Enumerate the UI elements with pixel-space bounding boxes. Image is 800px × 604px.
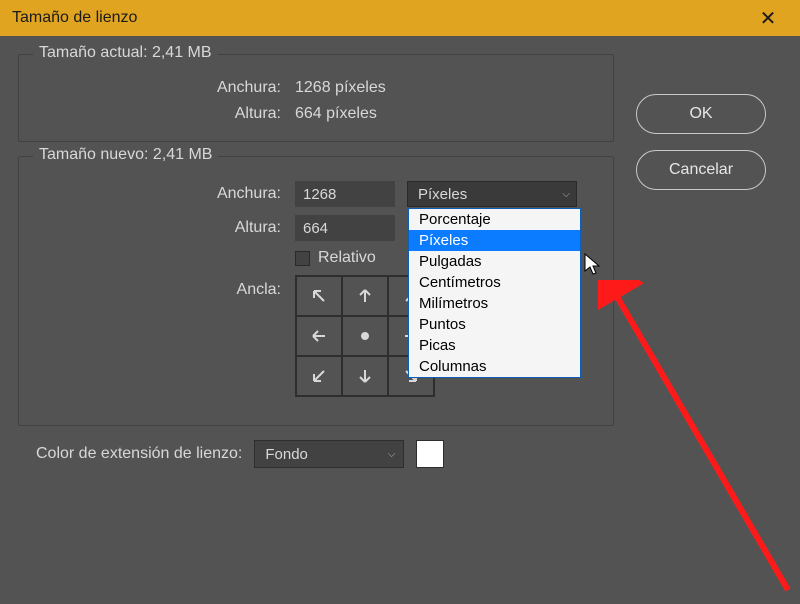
unit-select-value: Píxeles [418, 186, 467, 203]
current-size-legend: Tamaño actual: 2,41 MB [33, 44, 218, 62]
chevron-down-icon: ⌵ [388, 449, 396, 460]
unit-option-pulgadas[interactable]: Pulgadas [409, 251, 580, 272]
unit-option-columnas[interactable]: Columnas [409, 356, 580, 377]
new-width-label: Anchura: [35, 185, 295, 203]
cancel-button[interactable]: Cancelar [636, 150, 766, 190]
current-width-label: Anchura: [35, 79, 295, 97]
anchor-center[interactable] [342, 316, 388, 356]
unit-option-puntos[interactable]: Puntos [409, 314, 580, 335]
unit-option-picas[interactable]: Picas [409, 335, 580, 356]
unit-option-milimetros[interactable]: Milímetros [409, 293, 580, 314]
current-height-value: 664 píxeles [295, 105, 377, 123]
new-height-label: Altura: [35, 219, 295, 237]
titlebar: Tamaño de lienzo ✕ [0, 0, 800, 36]
ok-button[interactable]: OK [636, 94, 766, 134]
current-width-value: 1268 píxeles [295, 79, 386, 97]
window-title: Tamaño de lienzo [12, 9, 137, 27]
anchor-n[interactable] [342, 276, 388, 316]
width-input[interactable] [295, 181, 395, 207]
anchor-nw[interactable] [296, 276, 342, 316]
anchor-label: Ancla: [35, 275, 295, 299]
unit-option-pixeles[interactable]: Píxeles [409, 230, 580, 251]
height-input[interactable] [295, 215, 395, 241]
current-height-label: Altura: [35, 105, 295, 123]
anchor-sw[interactable] [296, 356, 342, 396]
unit-select[interactable]: Píxeles ⌵ Porcentaje Píxeles Pulgadas Ce… [407, 181, 577, 207]
new-size-legend: Tamaño nuevo: 2,41 MB [33, 146, 218, 164]
relative-checkbox[interactable] [295, 251, 310, 266]
anchor-s[interactable] [342, 356, 388, 396]
new-size-group: Tamaño nuevo: 2,41 MB Anchura: Píxeles ⌵… [18, 156, 614, 426]
current-size-group: Tamaño actual: 2,41 MB Anchura: 1268 píx… [18, 54, 614, 142]
extension-color-label: Color de extensión de lienzo: [36, 445, 242, 463]
close-icon[interactable]: ✕ [748, 6, 788, 31]
chevron-down-icon: ⌵ [562, 189, 570, 200]
extension-color-value: Fondo [265, 446, 308, 463]
extension-color-swatch[interactable] [416, 440, 444, 468]
unit-option-centimetros[interactable]: Centímetros [409, 272, 580, 293]
anchor-w[interactable] [296, 316, 342, 356]
unit-option-porcentaje[interactable]: Porcentaje [409, 209, 580, 230]
relative-label: Relativo [318, 249, 376, 267]
unit-dropdown: Porcentaje Píxeles Pulgadas Centímetros … [408, 208, 581, 378]
extension-color-select[interactable]: Fondo ⌵ [254, 440, 404, 468]
